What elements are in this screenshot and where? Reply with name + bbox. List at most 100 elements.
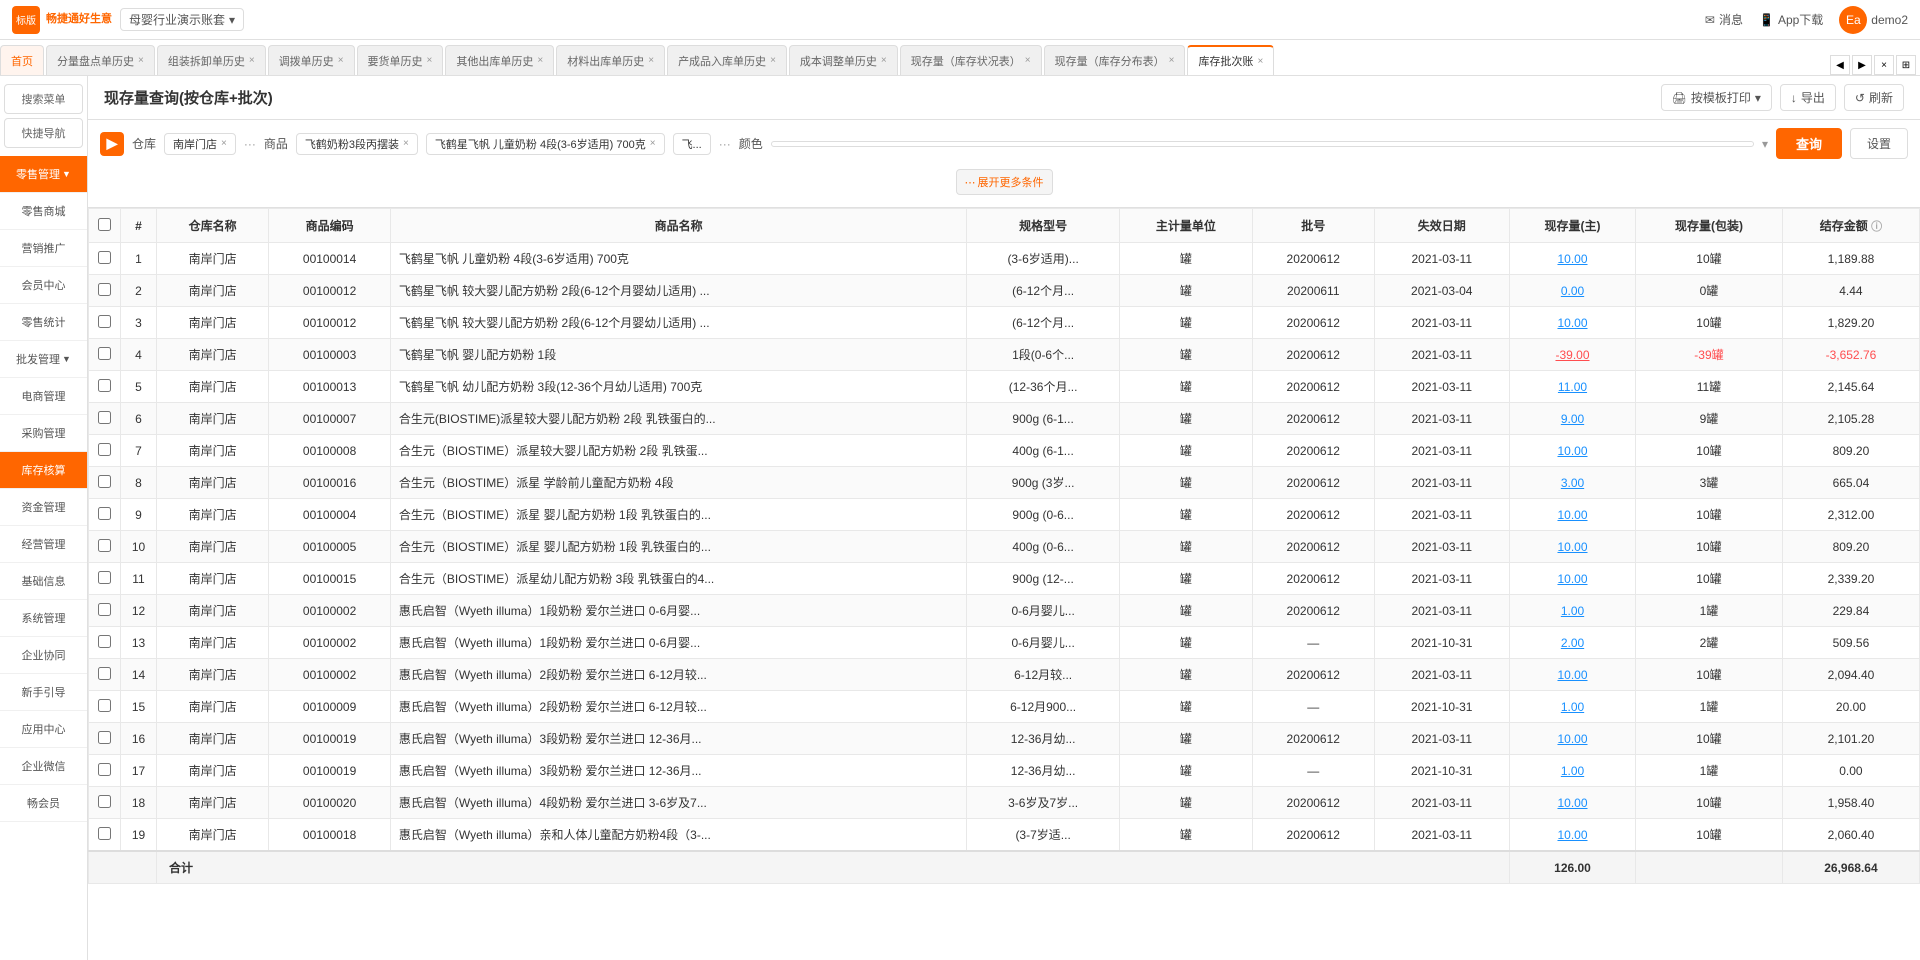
row-qty-main[interactable]: 10.00: [1509, 563, 1635, 595]
color-filter-input[interactable]: [771, 141, 1754, 147]
sidebar-item-system[interactable]: 系统管理: [0, 600, 87, 637]
row-qty-main[interactable]: 10.00: [1509, 307, 1635, 339]
goods-filter-tag1[interactable]: 飞鹤奶粉3段丙摆装 ×: [296, 133, 418, 155]
tab-7[interactable]: 产成品入库单历史 ×: [667, 45, 787, 75]
row-qty-main[interactable]: 10.00: [1509, 723, 1635, 755]
sidebar-item-member[interactable]: 畅会员: [0, 785, 87, 822]
row-checkbox-cell[interactable]: [89, 403, 121, 435]
row-checkbox[interactable]: [98, 763, 111, 776]
row-qty-main[interactable]: 0.00: [1509, 275, 1635, 307]
tab-close-all-button[interactable]: ×: [1874, 55, 1894, 75]
row-qty-main[interactable]: 2.00: [1509, 627, 1635, 659]
quick-nav-button[interactable]: 快捷导航: [4, 118, 83, 148]
row-checkbox[interactable]: [98, 795, 111, 808]
row-qty-main[interactable]: 1.00: [1509, 595, 1635, 627]
row-qty-main[interactable]: 9.00: [1509, 403, 1635, 435]
row-checkbox[interactable]: [98, 603, 111, 616]
row-checkbox[interactable]: [98, 251, 111, 264]
tab-8-close[interactable]: ×: [881, 55, 887, 66]
tab-6-close[interactable]: ×: [648, 55, 654, 66]
expand-more-button[interactable]: ⋯ 展开更多条件: [956, 169, 1053, 195]
row-qty-main[interactable]: -39.00: [1509, 339, 1635, 371]
row-checkbox[interactable]: [98, 507, 111, 520]
goods-filter-tag2[interactable]: 飞鹤星飞帆 儿童奶粉 4段(3-6岁适用) 700克 ×: [426, 133, 665, 155]
tab-menu-button[interactable]: ⊞: [1896, 55, 1916, 75]
row-qty-main[interactable]: 10.00: [1509, 787, 1635, 819]
sidebar-item-marketing[interactable]: 营销推广: [0, 230, 87, 267]
col-checkbox[interactable]: [89, 209, 121, 243]
tab-3[interactable]: 调拨单历史 ×: [268, 45, 355, 75]
row-checkbox-cell[interactable]: [89, 371, 121, 403]
row-checkbox-cell[interactable]: [89, 691, 121, 723]
row-checkbox[interactable]: [98, 443, 111, 456]
row-checkbox-cell[interactable]: [89, 755, 121, 787]
row-qty-main[interactable]: 10.00: [1509, 531, 1635, 563]
refresh-button[interactable]: ↺ 刷新: [1844, 84, 1904, 111]
tab-1-close[interactable]: ×: [138, 55, 144, 66]
row-checkbox-cell[interactable]: [89, 499, 121, 531]
account-dropdown[interactable]: 母婴行业演示账套 ▾: [120, 8, 244, 31]
settings-button[interactable]: 设置: [1850, 128, 1908, 159]
row-checkbox[interactable]: [98, 347, 111, 360]
sidebar-item-ecommerce[interactable]: 电商管理: [0, 378, 87, 415]
row-checkbox-cell[interactable]: [89, 787, 121, 819]
row-qty-main[interactable]: 10.00: [1509, 435, 1635, 467]
goods-tag1-close[interactable]: ×: [403, 138, 409, 149]
row-checkbox[interactable]: [98, 635, 111, 648]
row-qty-main[interactable]: 3.00: [1509, 467, 1635, 499]
row-checkbox[interactable]: [98, 731, 111, 744]
row-checkbox-cell[interactable]: [89, 339, 121, 371]
sidebar-item-guide[interactable]: 新手引导: [0, 674, 87, 711]
tab-11[interactable]: 库存批次账 ×: [1187, 45, 1274, 75]
filter-toggle-button[interactable]: ▶: [100, 132, 124, 156]
tab-1[interactable]: 分量盘点单历史 ×: [46, 45, 155, 75]
row-checkbox[interactable]: [98, 827, 111, 840]
row-checkbox-cell[interactable]: [89, 563, 121, 595]
tab-10[interactable]: 现存量（库存分布表） ×: [1044, 45, 1186, 75]
sidebar-item-business[interactable]: 经营管理: [0, 526, 87, 563]
row-qty-main[interactable]: 11.00: [1509, 371, 1635, 403]
sidebar-item-retail-management[interactable]: 零售管理 ▼: [0, 156, 87, 193]
sidebar-item-enterprise[interactable]: 企业协同: [0, 637, 87, 674]
user-area[interactable]: Ea demo2: [1839, 6, 1908, 34]
goods-more[interactable]: ···: [719, 137, 731, 151]
row-checkbox[interactable]: [98, 379, 111, 392]
goods-tag2-close[interactable]: ×: [650, 138, 656, 149]
tab-prev-button[interactable]: ◀: [1830, 55, 1850, 75]
row-checkbox-cell[interactable]: [89, 307, 121, 339]
sidebar-item-retail-mall[interactable]: 零售商城: [0, 193, 87, 230]
row-qty-main[interactable]: 1.00: [1509, 755, 1635, 787]
row-checkbox[interactable]: [98, 667, 111, 680]
row-qty-main[interactable]: 10.00: [1509, 819, 1635, 852]
tab-2[interactable]: 组装拆卸单历史 ×: [157, 45, 266, 75]
sidebar-item-wholesale[interactable]: 批发管理 ▼: [0, 341, 87, 378]
message-button[interactable]: ✉ 消息: [1705, 11, 1743, 28]
tab-2-close[interactable]: ×: [249, 55, 255, 66]
app-download-button[interactable]: 📱 App下载: [1759, 11, 1823, 28]
sidebar-item-inventory[interactable]: 库存核算: [0, 452, 87, 489]
row-qty-main[interactable]: 10.00: [1509, 659, 1635, 691]
warehouse-tag-close[interactable]: ×: [221, 138, 227, 149]
tab-6[interactable]: 材料出库单历史 ×: [556, 45, 665, 75]
search-menu-button[interactable]: 搜索菜单: [4, 84, 83, 114]
row-checkbox-cell[interactable]: [89, 531, 121, 563]
tab-home[interactable]: 首页: [0, 45, 44, 75]
row-qty-main[interactable]: 1.00: [1509, 691, 1635, 723]
template-print-button[interactable]: 🖨 按模板打印 ▾: [1661, 84, 1772, 111]
sidebar-item-finance[interactable]: 资金管理: [0, 489, 87, 526]
tab-5-close[interactable]: ×: [537, 55, 543, 66]
row-checkbox-cell[interactable]: [89, 659, 121, 691]
row-checkbox-cell[interactable]: [89, 595, 121, 627]
row-checkbox[interactable]: [98, 571, 111, 584]
row-checkbox-cell[interactable]: [89, 275, 121, 307]
row-qty-main[interactable]: 10.00: [1509, 499, 1635, 531]
tab-8[interactable]: 成本调整单历史 ×: [789, 45, 898, 75]
warehouse-more[interactable]: ···: [244, 137, 256, 151]
tab-3-close[interactable]: ×: [338, 55, 344, 66]
tab-7-close[interactable]: ×: [770, 55, 776, 66]
row-checkbox[interactable]: [98, 539, 111, 552]
sidebar-item-app-center[interactable]: 应用中心: [0, 711, 87, 748]
sidebar-item-purchase[interactable]: 采购管理: [0, 415, 87, 452]
sidebar-item-wechat[interactable]: 企业微信: [0, 748, 87, 785]
sidebar-item-member-center[interactable]: 会员中心: [0, 267, 87, 304]
